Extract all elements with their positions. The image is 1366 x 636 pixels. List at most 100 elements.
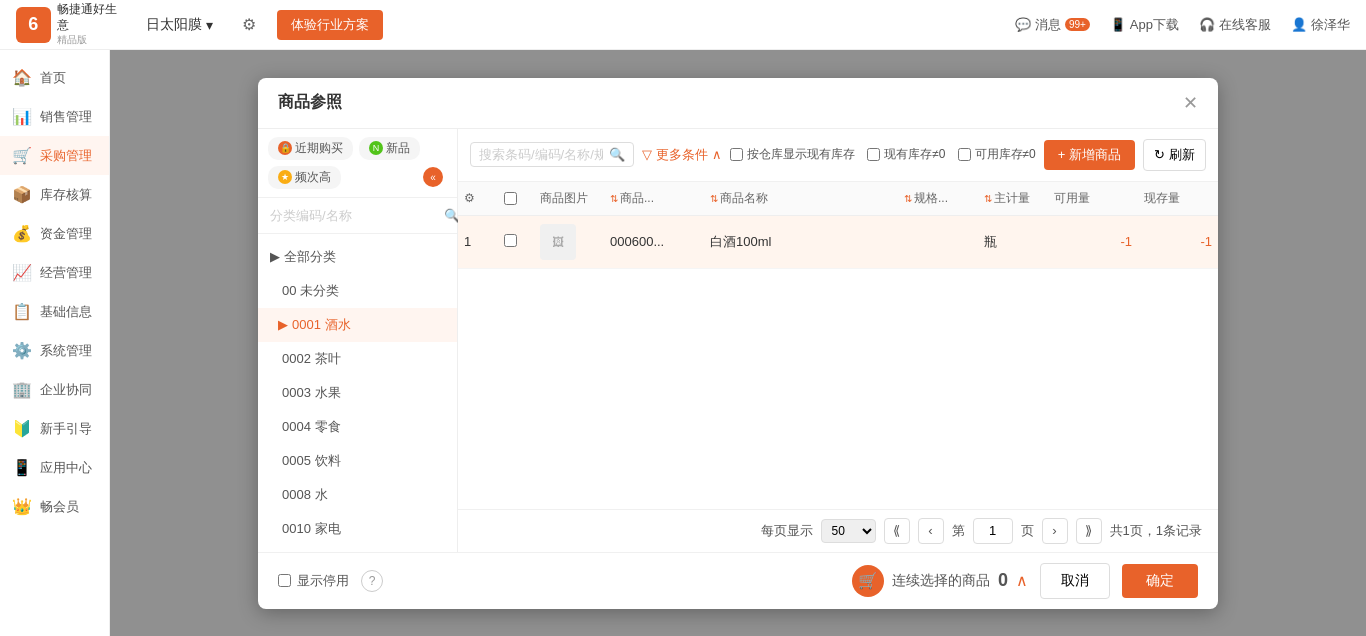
sidebar-item-finance[interactable]: 💰 资金管理 [0,214,109,253]
category-tea[interactable]: 0002 茶叶 [258,342,457,376]
headset-icon: 🎧 [1199,17,1215,32]
cell-unit: 瓶 [978,225,1048,259]
filter-label: 更多条件 [656,146,708,164]
settings-icon[interactable]: ⚙ [233,9,265,41]
left-sidebar: 🏠 首页 📊 销售管理 🛒 采购管理 📦 库存核算 💰 资金管理 📈 经营管理 … [0,50,110,636]
row-checkbox[interactable] [504,234,517,247]
page-next-button[interactable]: › [1042,518,1068,544]
service-label: 在线客服 [1219,16,1271,34]
cell-stock: -1 [1138,226,1218,257]
filter-more-button[interactable]: ▽ 更多条件 ∧ [642,146,722,164]
refresh-button[interactable]: ↻ 刷新 [1143,139,1206,171]
help-icon[interactable]: ? [361,570,383,592]
collapse-panel-button[interactable]: « [423,167,443,187]
product-image-icon: 🖼 [552,235,564,249]
sidebar-item-operation[interactable]: 📈 经营管理 [0,253,109,292]
display-disabled-input[interactable] [278,574,291,587]
search-icon[interactable]: 🔍 [609,147,625,162]
frequent-tag[interactable]: ★ 频次高 [268,166,341,189]
guide-icon: 🔰 [12,419,32,438]
product-panel: 🔍 ▽ 更多条件 ∧ 按仓库显示现有库存 [458,129,1218,552]
collapse-cart-button[interactable]: ∧ [1016,571,1028,590]
sidebar-item-apps[interactable]: 📱 应用中心 [0,448,109,487]
online-service-item[interactable]: 🎧 在线客服 [1199,16,1271,34]
display-disabled-label: 显示停用 [297,572,349,590]
per-page-select[interactable]: 50 10 20 100 [821,519,876,543]
category-snack[interactable]: 0004 零食 [258,410,457,444]
available-neq0-checkbox[interactable]: 现有库存≠0 [867,146,945,163]
sidebar-item-collab[interactable]: 🏢 企业协同 [0,370,109,409]
all-categories-item[interactable]: ▶ 全部分类 [258,240,457,274]
category-appliance[interactable]: 0010 家电 [258,512,457,546]
show-stock-checkbox[interactable]: 按仓库显示现有库存 [730,146,855,163]
user-name: 徐泽华 [1311,16,1350,34]
sidebar-item-home[interactable]: 🏠 首页 [0,58,109,97]
th-image-label: 商品图片 [540,190,588,207]
sidebar-item-basic[interactable]: 📋 基础信息 [0,292,109,331]
experience-btn[interactable]: 体验行业方案 [277,10,383,40]
category-unclassified-label: 00 未分类 [282,282,339,300]
th-code-label: 商品... [620,190,654,207]
sidebar-item-system[interactable]: ⚙️ 系统管理 [0,331,109,370]
sidebar-label-system: 系统管理 [40,342,92,360]
store-selector[interactable]: 日太阳膜 ▾ [138,12,221,38]
category-fruit[interactable]: 0003 水果 [258,376,457,410]
th-unit[interactable]: ⇅ 主计量 [978,182,1048,215]
cancel-button[interactable]: 取消 [1040,563,1110,599]
message-item[interactable]: 💬 消息 99+ [1015,16,1090,34]
available-neq0-label: 现有库存≠0 [884,146,945,163]
th-spec[interactable]: ⇅ 规格... [898,182,978,215]
category-alcohol[interactable]: ▶ 0001 酒水 [258,308,457,342]
refresh-label: 刷新 [1169,146,1195,164]
new-icon: N [369,141,383,155]
product-reference-modal: 商品参照 ✕ 🔒 近期购买 N [258,78,1218,609]
th-name-label: 商品名称 [720,190,768,207]
page-last-button[interactable]: ⟫ [1076,518,1102,544]
sidebar-item-sales[interactable]: 📊 销售管理 [0,97,109,136]
message-icon: 💬 [1015,17,1031,32]
show-stock-input[interactable] [730,148,743,161]
sort-name-icon: ⇅ [710,193,718,204]
display-disabled-checkbox[interactable]: 显示停用 [278,572,349,590]
modal-close-button[interactable]: ✕ [1183,92,1198,114]
finance-icon: 💰 [12,224,32,243]
th-unit-label: 主计量 [994,190,1030,207]
confirm-button[interactable]: 确定 [1122,564,1198,598]
user-item[interactable]: 👤 徐泽华 [1291,16,1350,34]
category-fruit-label: 0003 水果 [282,384,341,402]
th-name[interactable]: ⇅ 商品名称 [704,182,898,215]
add-product-button[interactable]: + 新增商品 [1044,140,1135,170]
filter-icon: ▽ [642,147,652,162]
category-water[interactable]: 0008 水 [258,478,457,512]
category-unclassified[interactable]: 00 未分类 [258,274,457,308]
category-search-input[interactable] [270,208,438,223]
settings-col-icon[interactable]: ⚙ [464,191,475,205]
page-number-input[interactable] [973,518,1013,544]
cart-icon: 🛒 [852,565,884,597]
main-content: 商品参照 ✕ 🔒 近期购买 N [110,50,1366,636]
th-spec-label: 规格... [914,190,948,207]
new-product-tag[interactable]: N 新品 [359,137,420,160]
usable-neq0-checkbox[interactable]: 可用库存≠0 [958,146,1036,163]
sidebar-item-member[interactable]: 👑 畅会员 [0,487,109,526]
cell-num: 1 [458,226,498,257]
category-beverage[interactable]: 0005 饮料 [258,444,457,478]
sidebar-item-guide[interactable]: 🔰 新手引导 [0,409,109,448]
sidebar-label-collab: 企业协同 [40,381,92,399]
modal-overlay: 商品参照 ✕ 🔒 近期购买 N [110,50,1366,636]
th-stock-label: 现存量 [1144,190,1180,207]
th-avail-label: 可用量 [1054,190,1090,207]
sidebar-item-inventory[interactable]: 📦 库存核算 [0,175,109,214]
usable-neq0-input[interactable] [958,148,971,161]
page-total-info: 共1页，1条记录 [1110,522,1202,540]
product-search-input[interactable] [479,147,603,162]
available-neq0-input[interactable] [867,148,880,161]
recent-purchase-tag[interactable]: 🔒 近期购买 [268,137,353,160]
table-row[interactable]: 1 🖼 000600... [458,216,1218,269]
sidebar-item-purchase[interactable]: 🛒 采购管理 [0,136,109,175]
page-prev-button[interactable]: ‹ [918,518,944,544]
page-first-button[interactable]: ⟪ [884,518,910,544]
th-code[interactable]: ⇅ 商品... [604,182,704,215]
select-all-checkbox[interactable] [504,192,517,205]
app-download-item[interactable]: 📱 App下载 [1110,16,1179,34]
